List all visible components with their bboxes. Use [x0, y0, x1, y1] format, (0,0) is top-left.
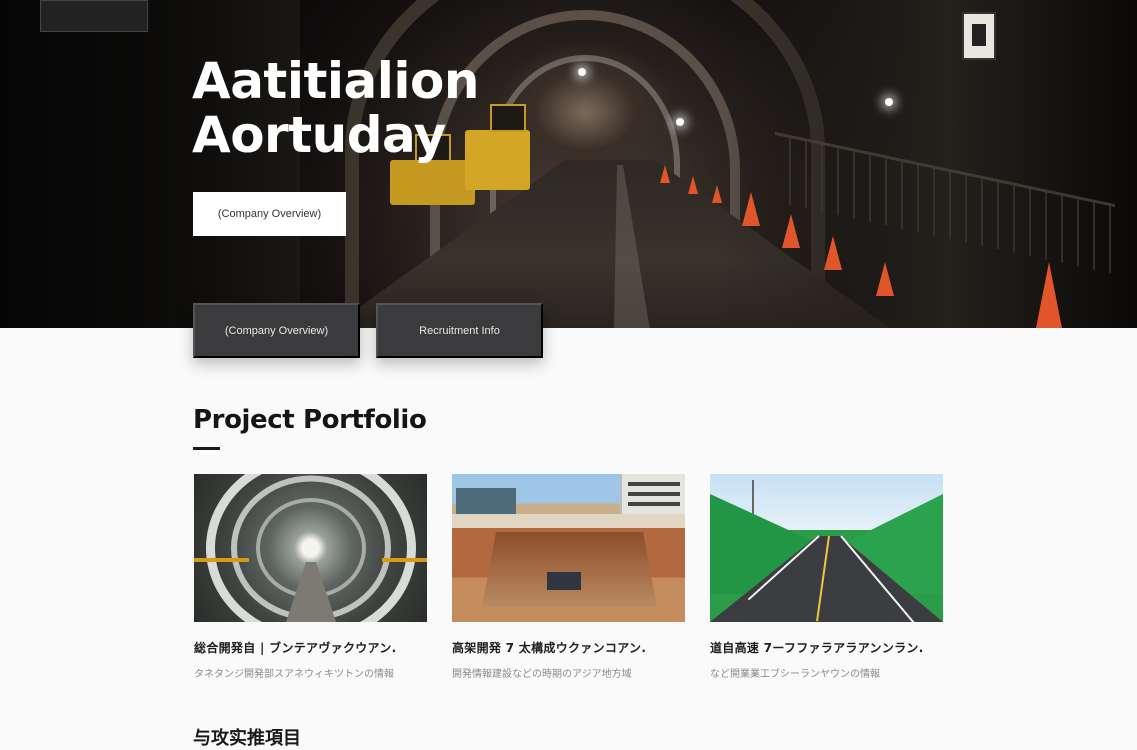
portfolio-card-title[interactable]: 道自高速 7ーフファラアラアンンラン. — [710, 639, 943, 656]
section-title-next: 与攻实推項目 — [193, 728, 301, 749]
portfolio-card-title[interactable]: 総合開発自 | ブンテアヴァクウアン. — [194, 639, 427, 656]
traffic-cone-icon — [712, 185, 722, 203]
section-title-portfolio: Project Portfolio — [193, 405, 427, 435]
hero-title: Aatitialion Aortuday — [192, 54, 572, 162]
portfolio-card-subtitle: 開発情報建設などの時期のアジア地方域 — [452, 669, 632, 680]
tunnel-wall-left — [0, 0, 300, 328]
company-overview-tab-button[interactable]: (Company Overview) — [193, 303, 360, 358]
portfolio-card[interactable]: 総合開発自 | ブンテアヴァクウアン. タネタンジ開発部スアネウィキツトンの情報 — [194, 474, 427, 680]
highway-image[interactable] — [710, 474, 943, 622]
portfolio-card[interactable]: 道自高速 7ーフファラアラアンンラン. など開業業工ブシーランヤウンの情報 — [710, 474, 943, 680]
hero-title-line2: Aortuday — [192, 106, 446, 164]
safety-sign — [962, 12, 996, 60]
tunnel-light — [676, 118, 684, 126]
tunnel-image[interactable] — [194, 474, 427, 622]
tunnel-light — [885, 98, 893, 106]
traffic-cone-icon — [824, 236, 842, 270]
portfolio-card-subtitle: など開業業工ブシーランヤウンの情報 — [710, 669, 880, 680]
wall-panel — [40, 0, 148, 32]
traffic-cone-icon — [688, 176, 698, 194]
portfolio-card-subtitle: タネタンジ開発部スアネウィキツトンの情報 — [194, 669, 394, 680]
company-overview-button[interactable]: (Company Overview) — [193, 192, 346, 236]
recruitment-info-button[interactable]: Recruitment Info — [376, 303, 543, 358]
section-underline — [193, 447, 220, 450]
hero-banner: Aatitialion Aortuday (Company Overview) — [0, 0, 1137, 328]
traffic-cone-icon — [742, 192, 760, 226]
traffic-cone-icon — [660, 165, 670, 183]
excavation-image[interactable] — [452, 474, 685, 622]
excavator — [390, 134, 475, 205]
traffic-cone-icon — [876, 262, 894, 296]
traffic-cone-icon — [1036, 262, 1062, 328]
portfolio-card-title[interactable]: 高架開発 7 太構成ウクァンコアン. — [452, 639, 685, 656]
traffic-cone-icon — [782, 214, 800, 248]
hero-title-line1: Aatitialion — [192, 52, 479, 110]
portfolio-card[interactable]: 高架開発 7 太構成ウクァンコアン. 開発情報建設などの時期のアジア地方域 — [452, 474, 685, 680]
tunnel-light — [578, 68, 586, 76]
